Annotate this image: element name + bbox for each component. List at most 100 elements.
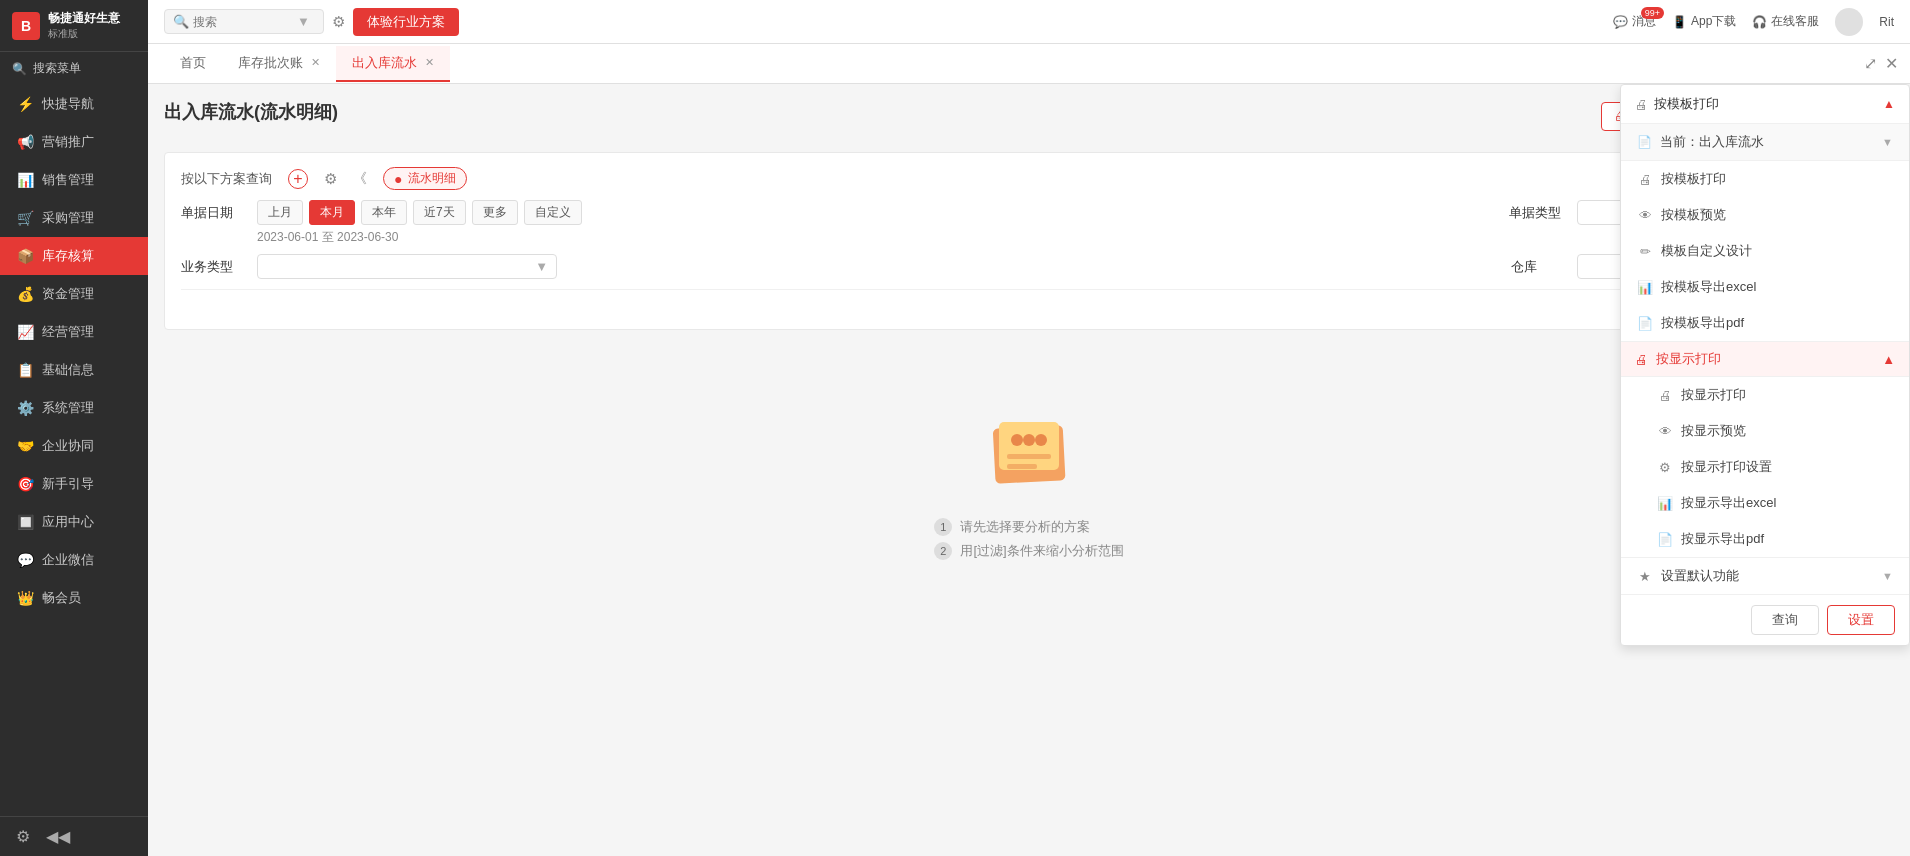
date-tag-custom[interactable]: 自定义 [524,200,582,225]
dropdown-item-template-preview[interactable]: 👁 按模板预览 [1621,197,1909,233]
logo-text: 畅捷通好生意 标准版 [48,10,120,41]
dropdown-item-display-export-excel[interactable]: 📊 按显示导出excel [1621,485,1909,521]
sidebar-item-operations[interactable]: 📈 经营管理 [0,313,148,351]
tabs-right: ⤢ ✕ [1864,54,1910,73]
sidebar-item-label: 营销推广 [42,133,94,151]
query-button[interactable]: 查询 [1751,605,1819,635]
sidebar-item-finance[interactable]: 💰 资金管理 [0,275,148,313]
header-search-input[interactable] [193,15,293,29]
date-tag-this-year[interactable]: 本年 [361,200,407,225]
online-service-button[interactable]: 🎧 在线客服 [1752,13,1819,30]
header-gear-icon[interactable]: ⚙ [332,13,345,31]
sidebar-item-vip[interactable]: 👑 畅会员 [0,579,148,617]
printer-header-icon: 🖨 [1635,97,1648,112]
dropdown-header: 🖨 按模板打印 ▲ [1621,85,1909,124]
dropdown-item-set-default[interactable]: ★ 设置默认功能 ▼ [1621,557,1909,594]
user-avatar[interactable] [1835,8,1863,36]
pdf-icon: 📄 [1657,531,1673,547]
date-tag-this-month[interactable]: 本月 [309,200,355,225]
dropdown-actions: 查询 设置 [1621,594,1909,645]
industry-solution-button[interactable]: 体验行业方案 [353,8,459,36]
sidebar-item-inventory[interactable]: 📦 库存核算 [0,237,148,275]
sidebar-search-area[interactable]: 🔍 搜索菜单 [0,52,148,85]
sidebar-item-marketing[interactable]: 📢 营销推广 [0,123,148,161]
empty-steps: 1 请先选择要分析的方案 2 用[过滤]条件来缩小分析范围 [934,518,1123,560]
dropdown-display-section-header[interactable]: 🖨 按显示打印 ▲ [1621,341,1909,377]
tab-label: 首页 [180,54,206,72]
sidebar-settings-button[interactable]: ⚙ [16,827,30,846]
tab-batch-ledger[interactable]: 库存批次账 ✕ [222,46,336,82]
inventory-icon: 📦 [16,247,34,265]
filter-settings-icon[interactable]: ⚙ [324,170,337,188]
settings-icon: ⚙ [1657,459,1673,475]
dropdown-item-display-preview[interactable]: 👁 按显示预览 [1621,413,1909,449]
active-filter-tag[interactable]: ● 流水明细 [383,167,467,190]
star-icon: ★ [1637,568,1653,584]
dropdown-collapse-icon[interactable]: ▲ [1883,97,1895,111]
header-search-box[interactable]: 🔍 ▼ [164,9,324,34]
main-area: 🔍 ▼ ⚙ 体验行业方案 💬 消息 99+ 📱 App下载 🎧 [148,0,1910,856]
sidebar-item-label: 新手引导 [42,475,94,493]
message-button[interactable]: 💬 消息 99+ [1613,13,1656,30]
tab-inventory-flow[interactable]: 出入库流水 ✕ [336,46,450,82]
page-content: 出入库流水(流水明细) 🖨 按模板打印 ▲ | ··· ⬆ 导出 ↻ [148,84,1910,856]
dropdown-item-template-export-pdf[interactable]: 📄 按模板导出pdf [1621,305,1909,341]
guide-icon: 🎯 [16,475,34,493]
search-menu-label: 搜索菜单 [33,60,81,77]
sidebar-collapse-button[interactable]: ◀◀ [46,827,70,846]
dropdown-item-display-print-settings[interactable]: ⚙ 按显示打印设置 [1621,449,1909,485]
dropdown-current-item[interactable]: 📄 当前：出入库流水 ▼ [1621,124,1909,161]
settings-button[interactable]: 设置 [1827,605,1895,635]
date-tag-last-month[interactable]: 上月 [257,200,303,225]
business-type-label: 业务类型 [181,258,241,276]
tabs-expand-icon[interactable]: ⤢ [1864,54,1877,73]
step-2-num: 2 [934,542,952,560]
search-menu-button[interactable]: 🔍 搜索菜单 [12,60,136,77]
app-download-button[interactable]: 📱 App下载 [1672,13,1736,30]
sidebar-item-basic-info[interactable]: 📋 基础信息 [0,351,148,389]
sidebar-item-app-center[interactable]: 🔲 应用中心 [0,503,148,541]
dropdown-arrow-icon: ▼ [297,14,310,29]
sidebar-item-system[interactable]: ⚙️ 系统管理 [0,389,148,427]
sidebar-item-guide[interactable]: 🎯 新手引导 [0,465,148,503]
dropdown-item-display-export-pdf[interactable]: 📄 按显示导出pdf [1621,521,1909,557]
mobile-icon: 📱 [1672,15,1687,29]
sidebar-item-enterprise-wechat[interactable]: 💬 企业微信 [0,541,148,579]
date-tag-7days[interactable]: 近7天 [413,200,466,225]
sidebar-item-sales[interactable]: 📊 销售管理 [0,161,148,199]
select-arrow-icon: ▼ [535,259,548,274]
filter-collapse-icon[interactable]: 《 [353,170,367,188]
dropdown-item-display-print[interactable]: 🖨 按显示打印 [1621,377,1909,413]
sidebar-item-enterprise[interactable]: 🤝 企业协同 [0,427,148,465]
date-tag-more[interactable]: 更多 [472,200,518,225]
empty-step-1: 1 请先选择要分析的方案 [934,518,1123,536]
empty-illustration [979,402,1079,502]
sidebar-item-purchase[interactable]: 🛒 采购管理 [0,199,148,237]
dropdown-title: 按模板打印 [1654,95,1719,113]
filter-add-button[interactable]: + [288,169,308,189]
basic-info-icon: 📋 [16,361,34,379]
dropdown-item-template-print[interactable]: 🖨 按模板打印 [1621,161,1909,197]
operations-icon: 📈 [16,323,34,341]
sidebar-item-label: 基础信息 [42,361,94,379]
date-tag-group: 上月 本月 本年 近7天 更多 自定义 [257,200,582,225]
current-icon: 📄 [1637,135,1652,149]
message-icon: 💬 [1613,15,1628,29]
system-icon: ⚙️ [16,399,34,417]
tab-home[interactable]: 首页 [164,46,222,82]
sidebar-item-quick-nav[interactable]: ⚡ 快捷导航 [0,85,148,123]
tab-close-icon[interactable]: ✕ [425,56,434,69]
svg-rect-6 [1007,464,1037,469]
step-2-label: 用[过滤]条件来缩小分析范围 [960,542,1123,560]
sidebar-item-label: 经营管理 [42,323,94,341]
dropdown-item-template-export-excel[interactable]: 📊 按模板导出excel [1621,269,1909,305]
step-1-label: 请先选择要分析的方案 [960,518,1090,536]
username-label[interactable]: Rit [1879,15,1894,29]
tab-close-icon[interactable]: ✕ [311,56,320,69]
dropdown-item-template-customize[interactable]: ✏ 模板自定义设计 [1621,233,1909,269]
step-1-num: 1 [934,518,952,536]
page-title: 出入库流水(流水明细) [164,100,338,124]
tabs-close-button[interactable]: ✕ [1885,54,1898,73]
svg-point-2 [1011,434,1023,446]
business-type-select[interactable]: ▼ [257,254,557,279]
